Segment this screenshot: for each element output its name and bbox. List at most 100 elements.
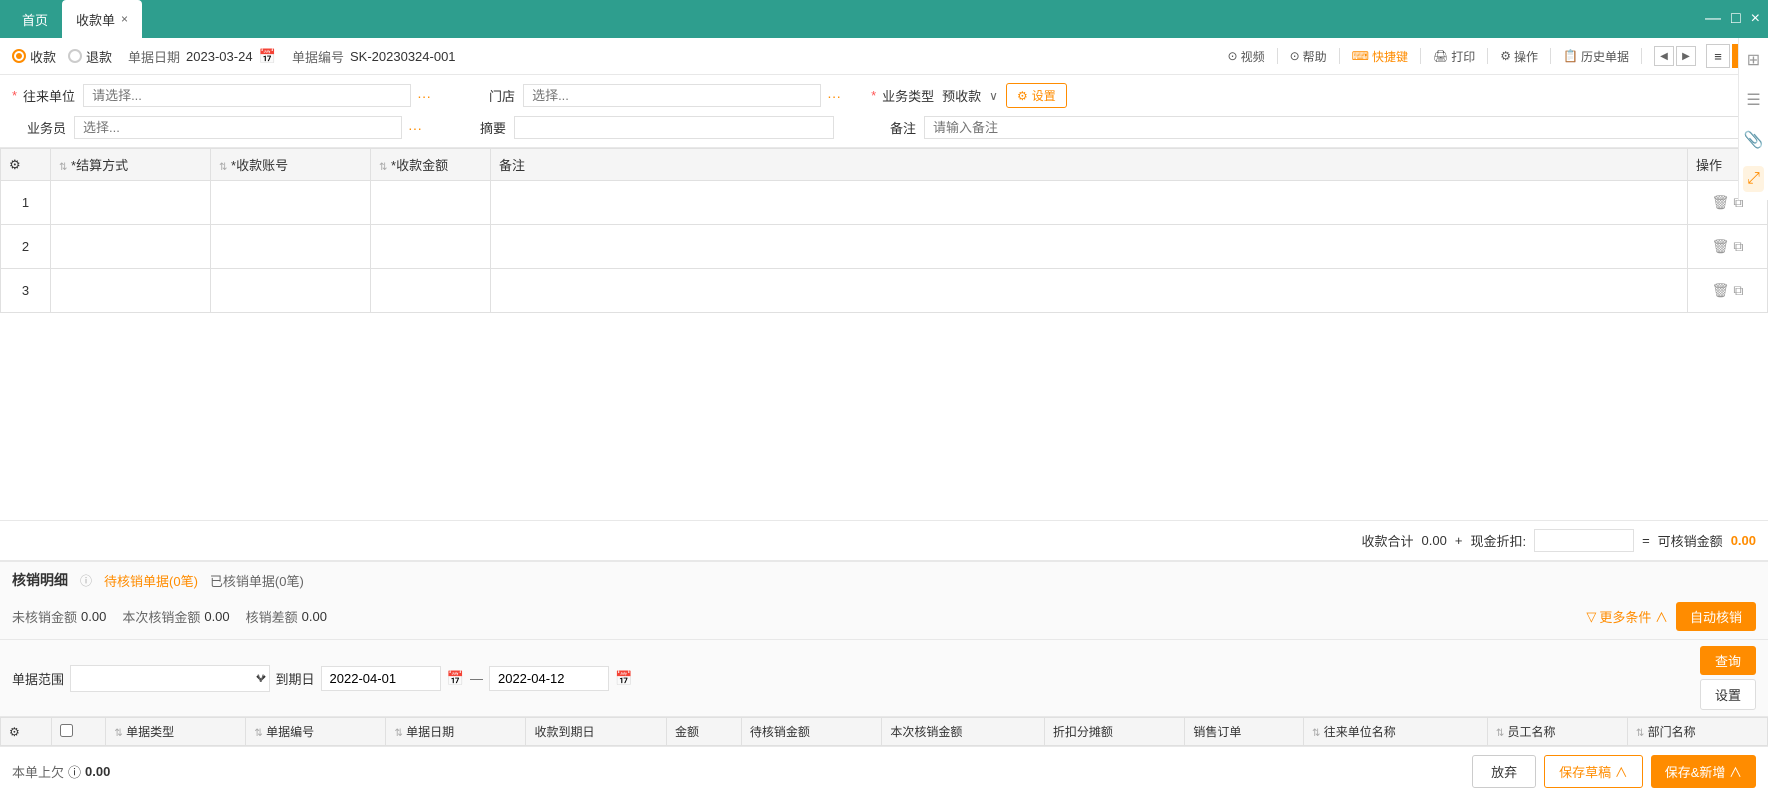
biz-type-value-wrap: 预收款 ∨: [942, 86, 998, 105]
row-3-delete-icon[interactable]: 🗑: [1712, 282, 1730, 299]
stat-unpaid-label: 未核销金额: [12, 607, 77, 626]
video-btn[interactable]: ⊙ 视频: [1228, 48, 1265, 65]
bottom-info: 本单上欠 ⓘ 0.00: [12, 762, 110, 781]
history-btn[interactable]: 📋 历史单据: [1563, 48, 1629, 65]
list-view-btn[interactable]: ≡: [1706, 44, 1730, 68]
row-2-amount[interactable]: [371, 225, 491, 269]
salesperson-label-wrap: 业务员: [12, 118, 66, 137]
summary-label: 摘要: [452, 118, 506, 137]
save-new-button[interactable]: 保存&新增 ∧: [1651, 755, 1756, 788]
summary-input[interactable]: [514, 116, 834, 139]
summary-discount-input[interactable]: [1534, 529, 1634, 552]
tab-close-icon[interactable]: ×: [121, 12, 128, 26]
sidebar-expand-icon[interactable]: ⤢: [1743, 166, 1764, 192]
row-3-amount[interactable]: [371, 269, 491, 313]
row-2-account[interactable]: [211, 225, 371, 269]
tab-done[interactable]: 已核销单据(0笔): [210, 571, 304, 590]
close-icon[interactable]: ×: [1751, 10, 1760, 28]
row-1-amount[interactable]: [371, 181, 491, 225]
nav-next[interactable]: ▶: [1676, 46, 1696, 66]
minimize-icon[interactable]: —: [1705, 10, 1721, 28]
row-2-settlement[interactable]: [51, 225, 211, 269]
filter-cal-from-icon[interactable]: 📅: [447, 670, 464, 687]
summary-equals: =: [1642, 533, 1650, 548]
filter-range-select[interactable]: [70, 665, 270, 692]
radio-refund[interactable]: 退款: [68, 47, 112, 66]
docno-label: 单据编号: [292, 47, 344, 66]
salesperson-input[interactable]: [74, 116, 402, 139]
tab-home[interactable]: 首页: [8, 0, 62, 38]
more-conditions-btn[interactable]: ▽ 更多条件 ∧: [1586, 607, 1668, 626]
row-1-remark[interactable]: [491, 181, 1688, 225]
row-1-account[interactable]: [211, 181, 371, 225]
table-row: 1 🗑 ⧉: [1, 181, 1768, 225]
row-3-actions: 🗑 ⧉: [1688, 269, 1768, 313]
store-more-icon[interactable]: ···: [825, 88, 843, 104]
row-3-account[interactable]: [211, 269, 371, 313]
sub-col-checkbox: ⚙: [1, 718, 52, 746]
row-2-delete-icon[interactable]: 🗑: [1712, 238, 1730, 255]
writeoff-section: 核销明细 ⓘ 待核销单据(0笔) 已核销单据(0笔) 未核销金额 0.00 本次…: [0, 560, 1768, 746]
video-label: 视频: [1241, 48, 1265, 65]
writeoff-info-icon[interactable]: ⓘ: [80, 572, 92, 589]
col-gear-icon[interactable]: ⚙: [9, 157, 21, 172]
docno-value: SK-20230324-001: [350, 49, 456, 64]
maximize-icon[interactable]: □: [1731, 10, 1741, 28]
auto-writeoff-button[interactable]: 自动核销: [1676, 602, 1756, 631]
settings-button[interactable]: ⚙ 设置: [1006, 83, 1067, 108]
filter-settings-button[interactable]: 设置: [1700, 679, 1756, 710]
filter-buttons: 查询 设置: [1700, 646, 1756, 710]
date-picker-icon[interactable]: 📅: [259, 48, 276, 65]
filter-cal-to-icon[interactable]: 📅: [615, 670, 632, 687]
nav-prev[interactable]: ◀: [1654, 46, 1674, 66]
help-btn[interactable]: ⊙ 帮助: [1290, 48, 1327, 65]
row-3-remark[interactable]: [491, 269, 1688, 313]
save-draft-button[interactable]: 保存草稿 ∧: [1544, 755, 1643, 788]
sidebar-clip-icon[interactable]: 📎: [1740, 126, 1768, 154]
video-icon: ⊙: [1228, 49, 1238, 63]
partner-field-label: * 往来单位: [12, 86, 75, 105]
bottom-buttons: 放弃 保存草稿 ∧ 保存&新增 ∧: [1472, 755, 1756, 788]
select-all-checkbox[interactable]: [60, 724, 73, 737]
store-input[interactable]: [523, 84, 821, 107]
filter-date-from[interactable]: [321, 666, 441, 691]
filter-date-to[interactable]: [489, 666, 609, 691]
filter-date-field: 到期日 📅 — 📅: [276, 666, 633, 691]
bottom-label: 本单上欠: [12, 762, 64, 781]
biz-required-star: *: [871, 88, 876, 103]
sub-col-checkbox-check: [51, 718, 106, 746]
partner-more-icon[interactable]: ···: [415, 88, 433, 104]
writeoff-filter: 单据范围 ∨ 到期日 📅 — 📅 查询 设置: [0, 639, 1768, 716]
row-2-copy-icon[interactable]: ⧉: [1733, 238, 1743, 255]
radio-receipt[interactable]: 收款: [12, 47, 56, 66]
row-1-settlement[interactable]: [51, 181, 211, 225]
operation-btn[interactable]: ⚙ 操作: [1500, 48, 1538, 65]
docno-field: 单据编号 SK-20230324-001: [292, 47, 456, 66]
row-3-settlement[interactable]: [51, 269, 211, 313]
bottom-info-icon[interactable]: ⓘ: [68, 762, 81, 781]
tab-pending[interactable]: 待核销单据(0笔): [104, 571, 198, 590]
bottom-bar: 本单上欠 ⓘ 0.00 放弃 保存草稿 ∧ 保存&新增 ∧: [0, 746, 1768, 796]
history-icon: 📋: [1563, 49, 1578, 63]
row-3-index: 3: [1, 269, 51, 313]
salesperson-more-icon[interactable]: ···: [406, 120, 424, 136]
partner-input[interactable]: [83, 84, 411, 107]
sidebar-table-icon[interactable]: ⊞: [1743, 46, 1764, 74]
abandon-button[interactable]: 放弃: [1472, 755, 1536, 788]
biz-type-label-wrap: * 业务类型: [871, 86, 934, 105]
operation-icon: ⚙: [1500, 49, 1511, 63]
remark-input[interactable]: [924, 116, 1756, 139]
shortcut-btn[interactable]: ⌨ 快捷键: [1352, 48, 1408, 65]
row-3-copy-icon[interactable]: ⧉: [1733, 282, 1743, 299]
store-input-group: ···: [523, 84, 843, 107]
tab-receipt[interactable]: 收款单 ×: [62, 0, 142, 38]
sidebar-list-icon[interactable]: ☰: [1742, 86, 1764, 114]
sort-doc-type: ⇅: [114, 728, 122, 739]
sub-gear-icon[interactable]: ⚙: [9, 725, 20, 739]
query-button[interactable]: 查询: [1700, 646, 1756, 675]
row-2-remark[interactable]: [491, 225, 1688, 269]
row-1-delete-icon[interactable]: 🗑: [1712, 194, 1730, 211]
biz-type-arrow-icon[interactable]: ∨: [989, 89, 998, 103]
print-btn[interactable]: 🖨 打印: [1433, 48, 1475, 65]
remark-col-label: 备注: [499, 158, 525, 173]
